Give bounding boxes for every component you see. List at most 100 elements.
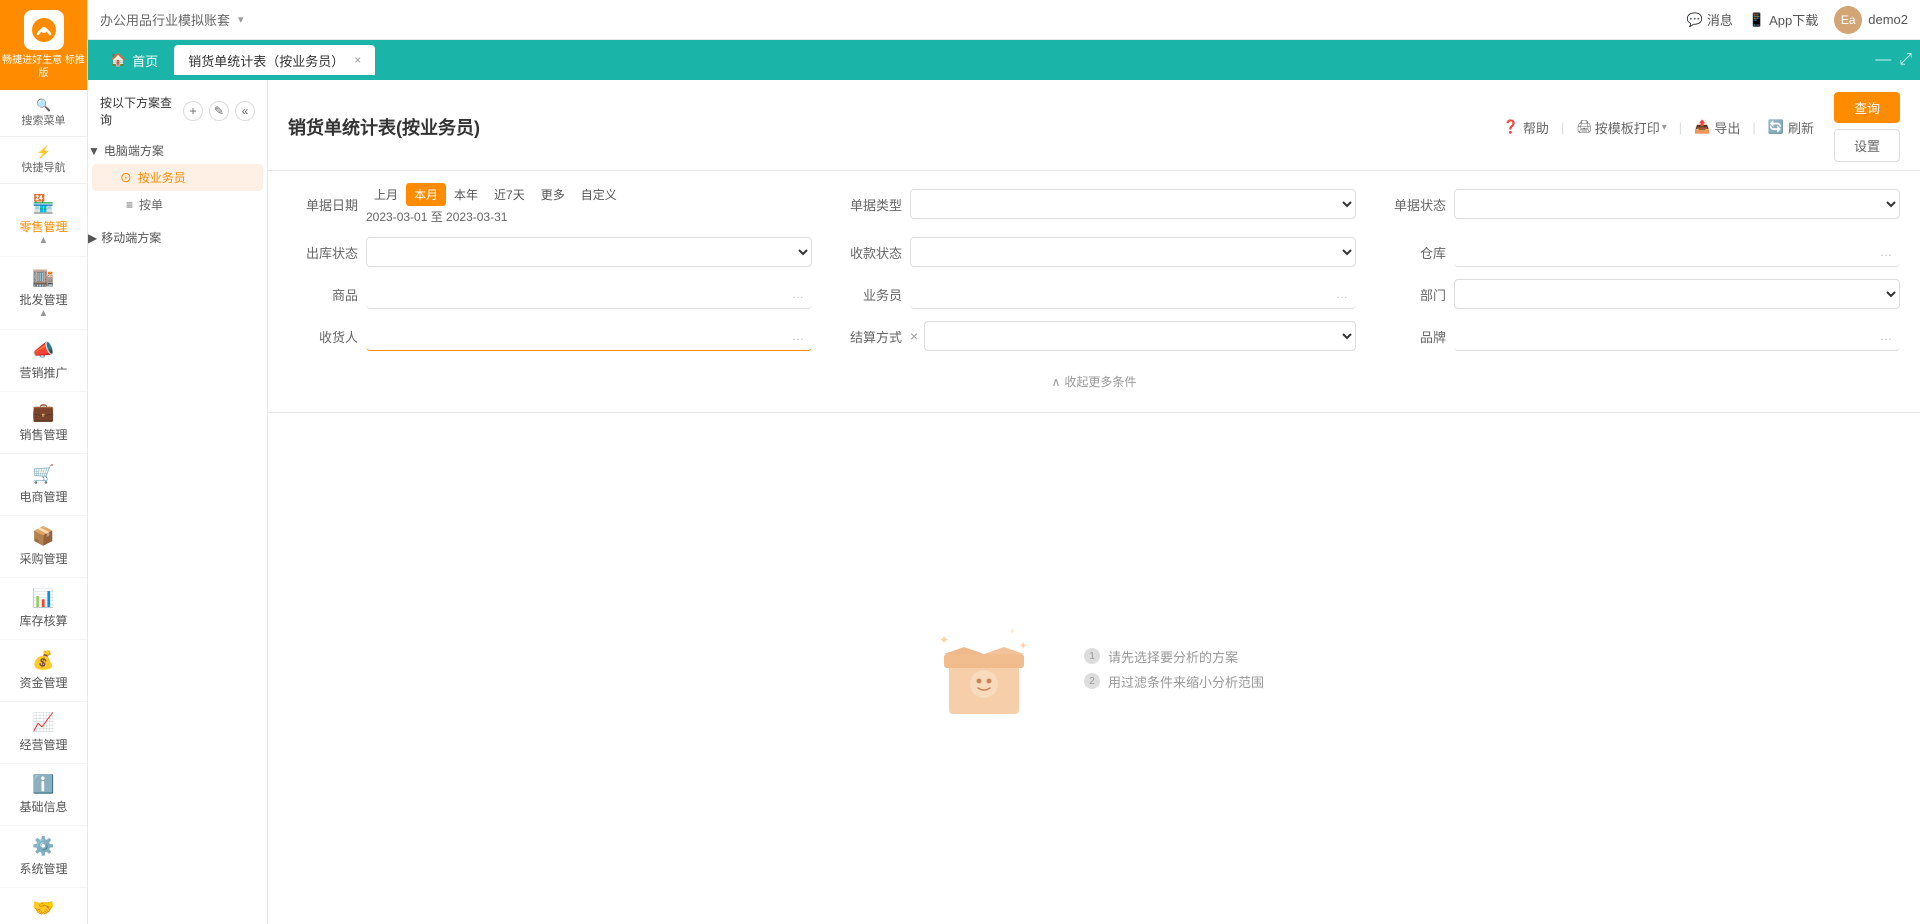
collapse-panel-btn[interactable]: « (235, 101, 255, 121)
department-label: 部门 (1376, 285, 1446, 304)
brand-dots[interactable]: … (1880, 329, 1892, 343)
sidebar-item-marketing[interactable]: 📣 营销推广 (0, 330, 87, 392)
sidebar-item-enterprise[interactable]: 🤝 企业协同 (0, 888, 87, 924)
basic-icon: ℹ️ (32, 774, 54, 795)
tree-item-salesperson[interactable]: ⊙ 按业务员 (92, 164, 263, 191)
salesperson-scheme-icon: ⊙ (120, 169, 132, 186)
salesperson-input[interactable] (910, 279, 1356, 309)
docstatus-select[interactable] (1454, 189, 1900, 219)
doctype-select[interactable] (910, 189, 1356, 219)
settings-button[interactable]: 设置 (1834, 129, 1900, 162)
shipstatus-control (366, 237, 812, 267)
tree-section-desktop: ▼ 电脑端方案 ⊙ 按业务员 ≡ 按单 (88, 134, 267, 221)
warehouse-input[interactable] (1454, 237, 1900, 267)
filter-cell-warehouse: 仓库 … (1376, 237, 1900, 267)
collapse-btn[interactable]: ∧ 收起更多条件 (1046, 367, 1143, 396)
brand-label: 品牌 (1376, 327, 1446, 346)
empty-state: ✦ ✦ ✦ 1 请先选择要分析的方案 2 (924, 609, 1264, 729)
refresh-btn[interactable]: 🔄 刷新 (1768, 118, 1814, 137)
print-icon: 🖨 (1576, 119, 1593, 135)
filter-cell-payment-method: 结算方式 × (832, 321, 1356, 351)
payment-method-label: 结算方式 (832, 327, 902, 346)
app-logo[interactable]: 畅捷进好生意 标推版 (0, 0, 87, 90)
logo-icon (24, 10, 64, 50)
help-label: 帮助 (1523, 118, 1549, 137)
empty-svg: ✦ ✦ ✦ (924, 609, 1044, 729)
marketing-icon: 📣 (32, 340, 54, 361)
receiver-input[interactable] (366, 321, 812, 351)
filter-cell-date: 单据日期 上月 本月 本年 近7天 更多 自定义 2023-03-01 至 20… (288, 183, 812, 225)
salesperson-dots[interactable]: … (1336, 287, 1348, 301)
export-btn[interactable]: 📤 导出 (1694, 118, 1740, 137)
help-icon: ❓ (1503, 119, 1519, 135)
add-scheme-btn[interactable]: + (183, 101, 203, 121)
sidebar-item-inventory[interactable]: 📊 库存核算 (0, 578, 87, 640)
help-btn[interactable]: ❓ 帮助 (1503, 118, 1549, 137)
message-btn[interactable]: 💬 消息 (1687, 10, 1733, 29)
date-range: 2023-03-01 至 2023-03-31 (366, 208, 812, 225)
wholesale-label: 批发管理 (19, 291, 67, 308)
goods-input[interactable] (366, 279, 812, 309)
sidebar-item-operation[interactable]: 📈 经营管理 (0, 702, 87, 764)
app-download-btn[interactable]: 📱 App下载 (1749, 10, 1818, 29)
enterprise-icon: 🤝 (32, 898, 54, 919)
date-more-btn[interactable]: 更多 (533, 183, 573, 206)
sales-label: 销售管理 (19, 426, 67, 443)
date-custom-btn[interactable]: 自定义 (573, 183, 625, 206)
inventory-label: 库存核算 (19, 612, 67, 629)
date-7days-btn[interactable]: 近7天 (486, 183, 533, 206)
brand-input[interactable] (1454, 321, 1900, 351)
desktop-label: 电脑端方案 (104, 142, 164, 159)
salesperson-scheme-label: 按业务员 (138, 169, 186, 186)
department-select[interactable] (1454, 279, 1900, 309)
warehouse-dots[interactable]: … (1880, 245, 1892, 259)
sidebar-search[interactable]: 🔍 搜索菜单 (0, 90, 87, 137)
tab-maximize-btn[interactable]: ⤢ (1899, 51, 1912, 69)
sidebar-item-ecommerce[interactable]: 🛒 电商管理 (0, 454, 87, 516)
sidebar-item-basic[interactable]: ℹ️ 基础信息 (0, 764, 87, 826)
sidebar-item-system[interactable]: ⚙️ 系统管理 (0, 826, 87, 888)
query-button[interactable]: 查询 (1834, 92, 1900, 123)
user-area[interactable]: Ea demo2 (1834, 6, 1908, 34)
tab-close-btn[interactable]: × (354, 53, 361, 67)
shipstatus-select[interactable] (366, 237, 812, 267)
breadcrumb-dropdown[interactable]: ▾ (238, 13, 244, 26)
ecommerce-icon: 🛒 (32, 464, 54, 485)
sidebar-item-sales[interactable]: 💼 销售管理 (0, 392, 87, 454)
sales-icon: 💼 (32, 402, 54, 423)
search-icon: 🔍 (4, 98, 83, 112)
sidebar-item-retail[interactable]: 🏪 零售管理 ▲ (0, 184, 87, 257)
edit-scheme-btn[interactable]: ✎ (209, 101, 229, 121)
quick-nav[interactable]: ⚡ 快捷导航 (0, 137, 87, 184)
date-this-year-btn[interactable]: 本年 (446, 183, 486, 206)
warehouse-label: 仓库 (1376, 243, 1446, 262)
page-header-actions: ❓ 帮助 | 🖨 按模板打印 ▾ | 📤 导出 (1503, 92, 1900, 162)
empty-illustration: ✦ ✦ ✦ (924, 609, 1044, 729)
tab-active[interactable]: 销货单统计表（按业务员） × (174, 45, 375, 75)
ecommerce-label: 电商管理 (19, 488, 67, 505)
tree-group-desktop[interactable]: ▼ 电脑端方案 (88, 138, 267, 163)
payment-method-clear-btn[interactable]: × (910, 328, 918, 344)
collapse-row: ∧ 收起更多条件 (288, 363, 1900, 400)
payment-method-select[interactable] (924, 321, 1356, 351)
receiver-dots[interactable]: … (792, 329, 804, 343)
tree-sub-item-order[interactable]: ≡ 按单 (88, 192, 267, 217)
sidebar-item-finance[interactable]: 💰 资金管理 (0, 640, 87, 702)
right-panel: 销货单统计表(按业务员) ❓ 帮助 | 🖨 按模板打印 ▾ | (268, 80, 1920, 924)
date-this-month-btn[interactable]: 本月 (406, 183, 446, 206)
quicknav-icon: ⚡ (4, 145, 83, 159)
tab-minimize-btn[interactable]: — (1875, 51, 1891, 69)
filter-cell-docstatus: 单据状态 (1376, 183, 1900, 225)
step2-text: 用过滤条件来缩小分析范围 (1108, 672, 1264, 691)
goods-dots[interactable]: … (792, 287, 804, 301)
left-panel-actions: + ✎ « (183, 101, 255, 121)
payment-status-select[interactable] (910, 237, 1356, 267)
date-last-month-btn[interactable]: 上月 (366, 183, 406, 206)
avatar: Ea (1834, 6, 1862, 34)
tree-group-mobile[interactable]: ▶ 移动端方案 (88, 225, 267, 250)
sidebar-item-purchase[interactable]: 📦 采购管理 (0, 516, 87, 578)
message-label: 消息 (1707, 10, 1733, 29)
tab-home[interactable]: 🏠 首页 (96, 45, 172, 75)
print-btn[interactable]: 🖨 按模板打印 ▾ (1576, 118, 1667, 137)
sidebar-item-wholesale[interactable]: 🏬 批发管理 ▲ (0, 257, 87, 330)
